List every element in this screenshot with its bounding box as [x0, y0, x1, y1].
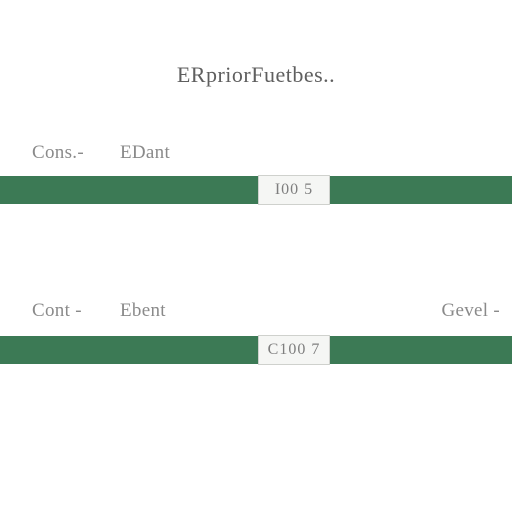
- row-1-label-b: EDant: [120, 142, 170, 164]
- row-2-bar: [0, 336, 512, 364]
- row-1-bar: [0, 176, 512, 204]
- row-2-value: C100 7: [258, 335, 330, 365]
- row-2-label-a: Cont -: [32, 300, 82, 322]
- row-2-label-b: Ebent: [120, 300, 166, 322]
- row-1-value: I00 5: [258, 175, 330, 205]
- figure-canvas: ERpriorFuetbes.. Cons.- EDant I00 5 Cont…: [0, 0, 512, 512]
- row-1-label-a: Cons.-: [32, 142, 84, 164]
- figure-title: ERpriorFuetbes..: [0, 62, 512, 88]
- row-2-label-right: Gevel -: [441, 300, 500, 322]
